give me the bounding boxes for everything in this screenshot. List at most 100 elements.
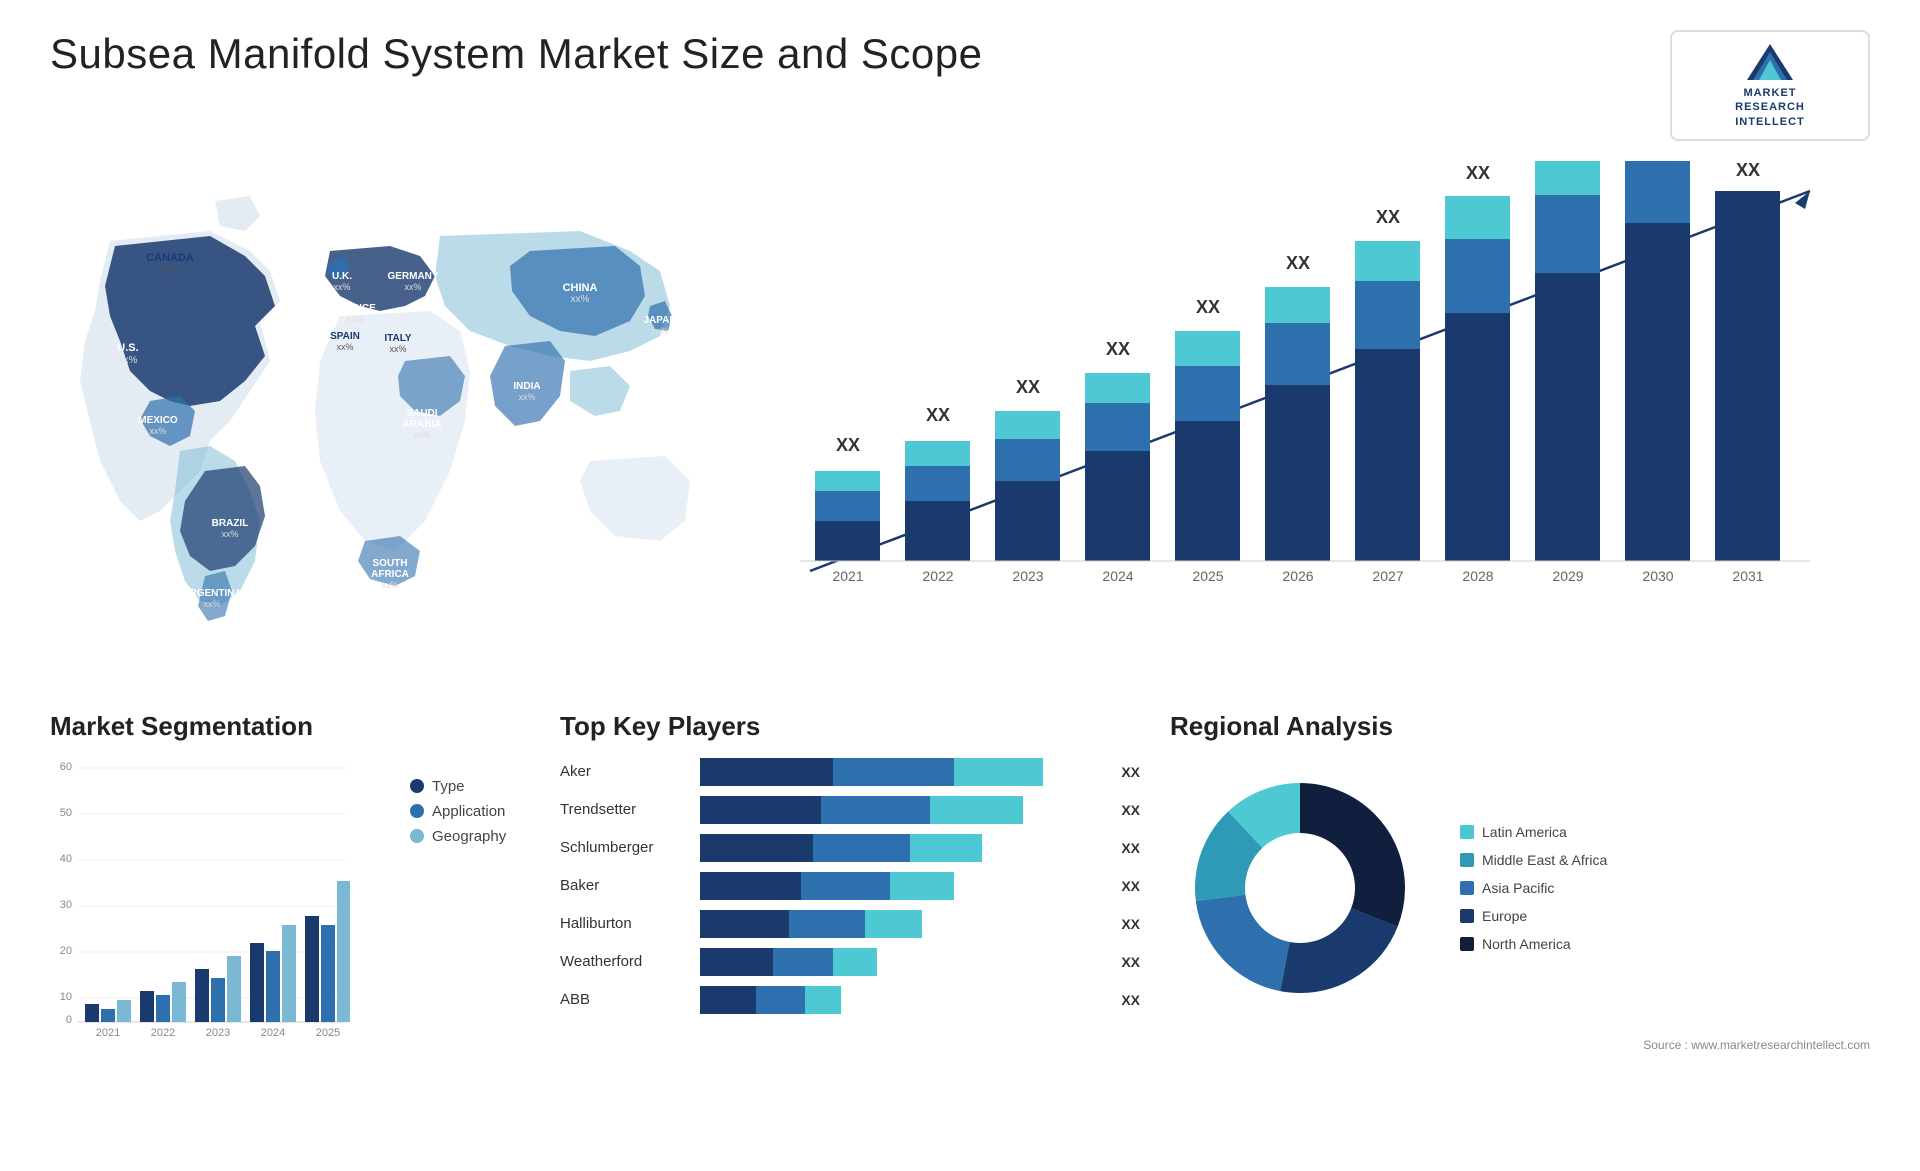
donut-chart [1170,758,1430,1018]
bar-2024-seg3 [1085,373,1150,403]
bar-2024-seg2 [1085,403,1150,451]
svg-text:ARGENTINA: ARGENTINA [182,588,241,599]
svg-text:2024: 2024 [261,1027,285,1038]
bar-2021-seg3 [815,471,880,491]
bar-2030-seg2 [1625,161,1690,223]
bar-2029-seg2 [1535,195,1600,273]
svg-text:10: 10 [60,991,72,1003]
svg-text:AFRICA: AFRICA [371,569,409,580]
bar-2029-seg3 [1535,161,1600,195]
svg-text:SAUDI: SAUDI [406,408,437,419]
bar-2027-seg2 [1355,281,1420,349]
bar-2026-seg3 [1265,287,1330,323]
bar-2027-seg1 [1355,349,1420,561]
bar-2023-seg3 [995,411,1060,439]
svg-text:xx%: xx% [651,326,668,336]
header-row: Subsea Manifold System Market Size and S… [50,30,1870,141]
bar-2027-seg3 [1355,241,1420,281]
bar-2025-seg2 [1175,366,1240,421]
svg-text:SPAIN: SPAIN [330,331,360,342]
svg-text:2023: 2023 [1012,568,1043,584]
segmentation-section: Market Segmentation 60 50 40 30 20 10 0 [50,711,530,1141]
legend-latin-america: Latin America [1460,824,1607,840]
page-title: Subsea Manifold System Market Size and S… [50,30,982,78]
bar-2023-seg1 [995,481,1060,561]
svg-text:2021: 2021 [96,1027,120,1038]
legend-type: Type [410,778,506,795]
player-schlumberger: Schlumberger XX [560,834,1140,862]
svg-text:JAPAN: JAPAN [643,315,676,326]
svg-text:xx%: xx% [119,355,138,366]
svg-text:GERMANY: GERMANY [387,271,438,282]
bar-2024-seg1 [1085,451,1150,561]
legend-middle-east-africa: Middle East & Africa [1460,852,1607,868]
svg-text:xx%: xx% [149,426,166,436]
svg-text:xx%: xx% [389,344,406,354]
svg-text:2025: 2025 [316,1027,340,1038]
player-baker: Baker XX [560,872,1140,900]
svg-text:2022: 2022 [922,568,953,584]
svg-text:xx%: xx% [518,392,535,402]
svg-text:xx%: xx% [413,430,430,440]
player-weatherford: Weatherford XX [560,948,1140,976]
svg-text:0: 0 [66,1014,72,1026]
svg-text:2025: 2025 [1192,568,1223,584]
svg-text:SOUTH: SOUTH [373,558,408,569]
world-map: CANADA xx% U.S. xx% MEXICO xx% BRAZIL xx… [50,161,730,641]
svg-text:2026: 2026 [1282,568,1313,584]
svg-text:xx%: xx% [336,342,353,352]
main-content: CANADA xx% U.S. xx% MEXICO xx% BRAZIL xx… [50,161,1870,681]
svg-text:2031: 2031 [1732,568,1763,584]
regional-chart-area: Latin America Middle East & Africa Asia … [1170,758,1870,1018]
legend-asia-pacific: Asia Pacific [1460,880,1607,896]
key-players-section: Top Key Players Aker XX Trendsetter [560,711,1140,1141]
regional-legend: Latin America Middle East & Africa Asia … [1460,824,1607,952]
svg-text:XX: XX [836,435,860,455]
player-halliburton: Halliburton XX [560,910,1140,938]
svg-text:2029: 2029 [1552,568,1583,584]
application-dot [410,804,424,818]
bar-2030-seg1 [1625,223,1690,561]
map-section: CANADA xx% U.S. xx% MEXICO xx% BRAZIL xx… [50,161,730,681]
svg-text:XX: XX [1196,297,1220,317]
svg-text:xx%: xx% [404,282,421,292]
bar-2026-seg2 [1265,323,1330,385]
svg-text:XX: XX [1286,253,1310,273]
svg-text:40: 40 [60,853,72,865]
svg-text:60: 60 [60,761,72,773]
bar-2029-seg1 [1535,273,1600,561]
svg-text:FRANCE: FRANCE [334,303,376,314]
players-list: Aker XX Trendsetter X [560,758,1140,1014]
svg-text:xx%: xx% [161,265,180,276]
player-abb: ABB XX [560,986,1140,1014]
svg-text:xx%: xx% [381,580,398,590]
bar-2026-seg1 [1265,385,1330,561]
svg-text:XX: XX [1466,163,1490,183]
bar-2025-seg1 [1175,421,1240,561]
player-trendsetter: Trendsetter XX [560,796,1140,824]
logo-area: MARKET RESEARCH INTELLECT [1670,30,1870,141]
bar-2025-seg3 [1175,331,1240,366]
regional-title: Regional Analysis [1170,711,1870,742]
legend-north-america: North America [1460,936,1607,952]
regional-section: Regional Analysis [1170,711,1870,1141]
player-aker: Aker XX [560,758,1140,786]
svg-text:XX: XX [1016,377,1040,397]
geography-dot [410,829,424,843]
svg-text:2021: 2021 [832,568,863,584]
svg-text:xx%: xx% [221,529,238,539]
svg-text:XX: XX [1736,161,1760,180]
svg-text:BRAZIL: BRAZIL [212,518,249,529]
bar-2023-seg2 [995,439,1060,481]
svg-text:INDIA: INDIA [513,381,540,392]
svg-text:2027: 2027 [1372,568,1403,584]
legend-geography: Geography [410,828,506,845]
bar-2022-seg1 [905,501,970,561]
svg-text:2028: 2028 [1462,568,1493,584]
bar-2028-seg3 [1445,196,1510,239]
bar-2021-seg2 [815,491,880,521]
svg-text:50: 50 [60,807,72,819]
growth-bar-chart: XX 2021 XX 2022 XX 2023 XX 2024 [750,161,1870,651]
logo-text: MARKET RESEARCH INTELLECT [1735,86,1805,129]
svg-text:2022: 2022 [151,1027,175,1038]
